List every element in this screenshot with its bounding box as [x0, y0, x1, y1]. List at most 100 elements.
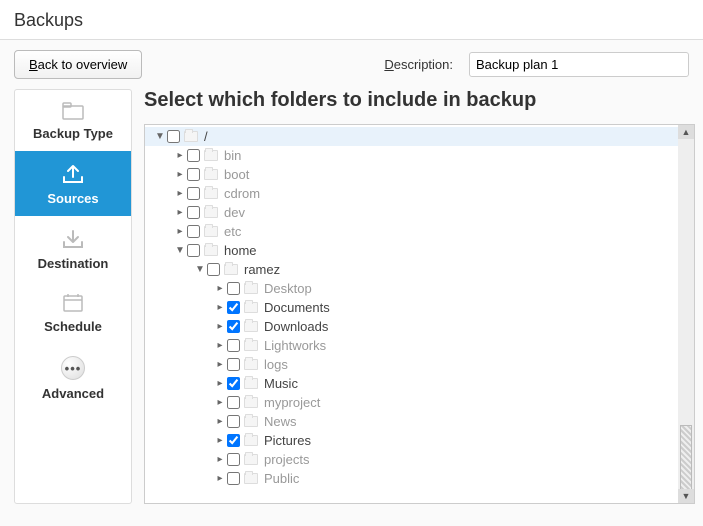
folder-checkbox[interactable] — [227, 415, 240, 428]
tree-row[interactable]: ▸ dev — [145, 203, 678, 222]
folder-checkbox[interactable] — [227, 282, 240, 295]
desc-underline-letter: D — [384, 57, 393, 72]
chevron-right-icon[interactable]: ▸ — [213, 473, 227, 484]
folder-checkbox[interactable] — [207, 263, 220, 276]
folder-icon — [204, 188, 218, 199]
page-title: Backups — [0, 0, 703, 40]
folder-icon — [244, 283, 258, 294]
tree-row[interactable]: ▼ home — [145, 241, 678, 260]
folder-checkbox[interactable] — [227, 358, 240, 371]
tab-sources[interactable]: Sources — [15, 151, 131, 216]
tree-row[interactable]: ▸myproject — [145, 393, 678, 412]
chevron-right-icon[interactable]: ▸ — [213, 283, 227, 294]
chevron-right-icon[interactable]: ▸ — [213, 321, 227, 332]
folder-icon — [244, 321, 258, 332]
scroll-up-icon[interactable]: ▲ — [678, 125, 694, 139]
tree-row[interactable]: ▸ etc — [145, 222, 678, 241]
folder-icon — [224, 264, 238, 275]
folder-icon — [244, 435, 258, 446]
folder-checkbox[interactable] — [187, 225, 200, 238]
folder-checkbox[interactable] — [227, 472, 240, 485]
wizard-sidebar: Backup Type Sources Destination Schedule… — [14, 89, 132, 504]
chevron-right-icon[interactable]: ▸ — [213, 397, 227, 408]
tree-row[interactable]: ▸ Lightworks — [145, 336, 678, 355]
folder-name: ramez — [244, 262, 280, 277]
folder-name: home — [224, 243, 257, 258]
tree-row[interactable]: ▸ Downloads — [145, 317, 678, 336]
chevron-right-icon[interactable]: ▸ — [213, 359, 227, 370]
folder-name: Lightworks — [264, 338, 326, 353]
folder-icon — [204, 245, 218, 256]
toolbar: Back to overview Description: — [0, 40, 703, 89]
advanced-icon: ••• — [61, 356, 85, 380]
tree-row[interactable]: ▸bin — [145, 146, 678, 165]
tree-row[interactable]: ▸boot — [145, 165, 678, 184]
tab-destination[interactable]: Destination — [15, 216, 131, 281]
chevron-right-icon[interactable]: ▸ — [173, 150, 187, 161]
chevron-right-icon[interactable]: ▸ — [213, 416, 227, 427]
folder-checkbox[interactable] — [227, 301, 240, 314]
folder-icon — [244, 302, 258, 313]
tree-row[interactable]: ▼ ramez — [145, 260, 678, 279]
folder-icon — [244, 416, 258, 427]
folder-icon — [204, 150, 218, 161]
chevron-right-icon[interactable]: ▸ — [173, 226, 187, 237]
tree-row[interactable]: ▸ Public — [145, 469, 678, 488]
backup-type-icon — [19, 102, 127, 120]
folder-checkbox[interactable] — [187, 206, 200, 219]
tree-row[interactable]: ▸News — [145, 412, 678, 431]
chevron-down-icon[interactable]: ▼ — [193, 264, 207, 275]
tree-row[interactable]: ▸cdrom — [145, 184, 678, 203]
chevron-right-icon[interactable]: ▸ — [173, 188, 187, 199]
folder-checkbox[interactable] — [227, 396, 240, 409]
folder-name: Pictures — [264, 433, 311, 448]
back-to-overview-button[interactable]: Back to overview — [14, 50, 142, 79]
chevron-right-icon[interactable]: ▸ — [213, 435, 227, 446]
folder-checkbox[interactable] — [187, 187, 200, 200]
chevron-right-icon[interactable]: ▸ — [213, 340, 227, 351]
folder-name: Music — [264, 376, 298, 391]
tree-row[interactable]: ▸ Pictures — [145, 431, 678, 450]
tree-row[interactable]: ▸ logs — [145, 355, 678, 374]
folder-name: Public — [264, 471, 299, 486]
folder-tree[interactable]: ▼/▸bin▸boot▸cdrom▸dev▸etc▼home▼ramez▸Des… — [145, 125, 678, 503]
folder-checkbox[interactable] — [187, 149, 200, 162]
folder-checkbox[interactable] — [187, 168, 200, 181]
tab-schedule[interactable]: Schedule — [15, 281, 131, 344]
tab-backup-type[interactable]: Backup Type — [15, 90, 131, 151]
tab-advanced-label: Advanced — [42, 386, 104, 401]
folder-checkbox[interactable] — [227, 434, 240, 447]
chevron-down-icon[interactable]: ▼ — [173, 245, 187, 256]
folder-checkbox[interactable] — [227, 339, 240, 352]
desc-rest-text: escription: — [394, 57, 453, 72]
folder-tree-container: ▼/▸bin▸boot▸cdrom▸dev▸etc▼home▼ramez▸Des… — [144, 124, 695, 504]
folder-icon — [244, 340, 258, 351]
chevron-right-icon[interactable]: ▸ — [173, 207, 187, 218]
tree-row[interactable]: ▸projects — [145, 450, 678, 469]
tab-schedule-label: Schedule — [44, 319, 102, 334]
scroll-down-icon[interactable]: ▼ — [678, 489, 694, 503]
folder-checkbox[interactable] — [187, 244, 200, 257]
chevron-down-icon[interactable]: ▼ — [153, 131, 167, 142]
folder-checkbox[interactable] — [227, 377, 240, 390]
folder-name: Downloads — [264, 319, 328, 334]
scroll-thumb[interactable] — [680, 425, 692, 495]
tree-row[interactable]: ▼/ — [145, 127, 678, 146]
tab-advanced[interactable]: ••• Advanced — [15, 344, 131, 411]
description-input[interactable] — [469, 52, 689, 77]
folder-icon — [244, 378, 258, 389]
chevron-right-icon[interactable]: ▸ — [213, 302, 227, 313]
tree-scrollbar[interactable]: ▲ ▼ — [678, 125, 694, 503]
chevron-right-icon[interactable]: ▸ — [213, 378, 227, 389]
folder-name: etc — [224, 224, 241, 239]
folder-checkbox[interactable] — [227, 320, 240, 333]
tree-row[interactable]: ▸ Music — [145, 374, 678, 393]
chevron-right-icon[interactable]: ▸ — [213, 454, 227, 465]
chevron-right-icon[interactable]: ▸ — [173, 169, 187, 180]
tree-row[interactable]: ▸Documents — [145, 298, 678, 317]
tree-row[interactable]: ▸Desktop — [145, 279, 678, 298]
folder-checkbox[interactable] — [227, 453, 240, 466]
folder-checkbox[interactable] — [167, 130, 180, 143]
folder-name: logs — [264, 357, 288, 372]
folder-name: dev — [224, 205, 245, 220]
